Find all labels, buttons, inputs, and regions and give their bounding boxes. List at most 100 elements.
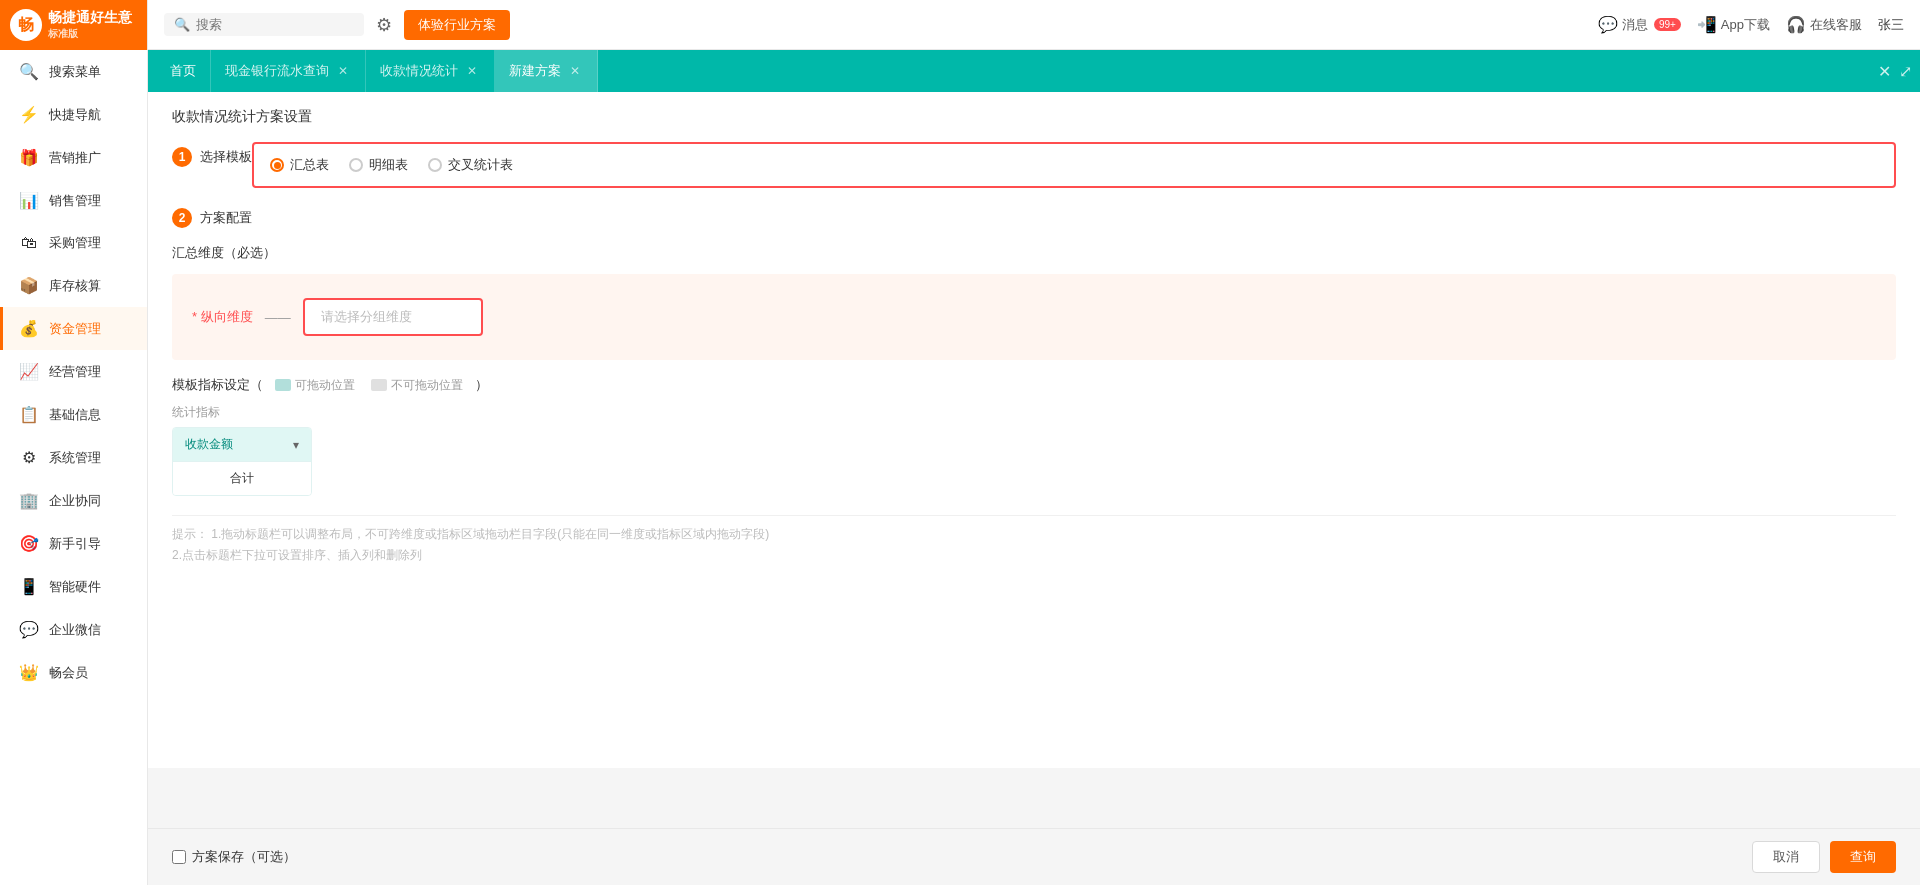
logo-name: 畅捷通好生意	[48, 9, 132, 27]
inventory-icon: 📦	[19, 276, 39, 295]
save-checkbox[interactable]	[172, 850, 186, 864]
tab-new-plan[interactable]: 新建方案 ✕	[495, 50, 598, 92]
wechat-icon: 💬	[19, 620, 39, 639]
sidebar-item-system[interactable]: ⚙ 系统管理	[0, 436, 147, 479]
sidebar-item-search-menu[interactable]: 🔍 搜索菜单	[0, 50, 147, 93]
sidebar-label-enterprise: 企业协同	[49, 492, 101, 510]
legend-draggable-label: 可拖动位置	[295, 377, 355, 394]
dimension-selector[interactable]: 请选择分组维度	[303, 298, 483, 336]
member-icon: 👑	[19, 663, 39, 682]
radio-detail-circle	[349, 158, 363, 172]
dimension-arrow: ——	[265, 310, 291, 325]
guide-icon: 🎯	[19, 534, 39, 553]
section2-title: 方案配置	[200, 209, 252, 227]
page-title: 收款情况统计方案设置	[172, 108, 1896, 126]
tab-cashflow-close[interactable]: ✕	[335, 63, 351, 79]
tab-home-label: 首页	[170, 62, 196, 80]
tab-new-plan-close[interactable]: ✕	[567, 63, 583, 79]
legend-non-draggable: 不可拖动位置	[371, 377, 463, 394]
sidebar-item-guide[interactable]: 🎯 新手引导	[0, 522, 147, 565]
sidebar-label-operation: 经营管理	[49, 363, 101, 381]
tabbar: 首页 现金银行流水查询 ✕ 收款情况统计 ✕ 新建方案 ✕ ✕ ⤢	[148, 50, 1920, 92]
sidebar-item-quick-nav[interactable]: ⚡ 快捷导航	[0, 93, 147, 136]
save-label: 方案保存（可选）	[192, 848, 296, 866]
app-download-label: App下载	[1721, 16, 1770, 34]
sidebar-label-sales: 销售管理	[49, 192, 101, 210]
maximize-window-icon[interactable]: ⤢	[1899, 62, 1912, 81]
enterprise-icon: 🏢	[19, 491, 39, 510]
metric-label: 收款金额	[185, 436, 233, 453]
tab-cashflow[interactable]: 现金银行流水查询 ✕	[211, 50, 366, 92]
cancel-button[interactable]: 取消	[1752, 841, 1820, 873]
sidebar-item-purchase[interactable]: 🛍 采购管理	[0, 222, 147, 264]
footer-save-area: 方案保存（可选）	[172, 848, 296, 866]
industry-plan-button[interactable]: 体验行业方案	[404, 10, 510, 40]
metrics-title-text: 模板指标设定（	[172, 376, 263, 394]
search-input[interactable]	[196, 17, 336, 32]
sidebar-item-enterprise[interactable]: 🏢 企业协同	[0, 479, 147, 522]
metrics-setting-title: 模板指标设定（ 可拖动位置 不可拖动位置 ）	[172, 376, 1896, 394]
sidebar-item-inventory[interactable]: 📦 库存核算	[0, 264, 147, 307]
tab-home[interactable]: 首页	[156, 50, 211, 92]
app-download-action[interactable]: 📲 App下载	[1697, 15, 1770, 34]
dimension-placeholder: 请选择分组维度	[321, 309, 412, 324]
radio-cross[interactable]: 交叉统计表	[428, 156, 513, 174]
online-service-action[interactable]: 🎧 在线客服	[1786, 15, 1862, 34]
message-badge: 99+	[1654, 18, 1681, 31]
sidebar: 畅 畅捷通好生意 标准版 🔍 搜索菜单 ⚡ 快捷导航 🎁 营销推广 📊 销售管理…	[0, 0, 148, 885]
sidebar-label-guide: 新手引导	[49, 535, 101, 553]
settings-icon[interactable]: ⚙	[376, 14, 392, 36]
metrics-title-suffix: ）	[475, 376, 488, 394]
metrics-table-area: 统计指标 收款金额 ▾ 合计	[172, 404, 1896, 499]
sidebar-label-member: 畅会员	[49, 664, 88, 682]
query-button[interactable]: 查询	[1830, 841, 1896, 873]
basic-info-icon: 📋	[19, 405, 39, 424]
operation-icon: 📈	[19, 362, 39, 381]
sidebar-label-basic-info: 基础信息	[49, 406, 101, 424]
footer: 方案保存（可选） 取消 查询	[148, 828, 1920, 885]
logo-sub: 标准版	[48, 27, 132, 41]
purchase-icon: 🛍	[19, 234, 39, 252]
metrics-header[interactable]: 收款金额 ▾	[173, 428, 311, 461]
sidebar-item-marketing[interactable]: 🎁 营销推广	[0, 136, 147, 179]
message-action[interactable]: 💬 消息 99+	[1598, 15, 1681, 34]
tabbar-window-controls: ✕ ⤢	[1878, 62, 1912, 81]
system-icon: ⚙	[19, 448, 39, 467]
hints-area: 提示： 1.拖动标题栏可以调整布局，不可跨维度或指标区域拖动栏目字段(只能在同一…	[172, 515, 1896, 578]
metrics-table: 收款金额 ▾ 合计	[172, 427, 312, 496]
sidebar-item-hardware[interactable]: 📱 智能硬件	[0, 565, 147, 608]
metrics-subsection: 模板指标设定（ 可拖动位置 不可拖动位置 ）	[172, 376, 1896, 499]
sidebar-item-capital[interactable]: 💰 资金管理	[0, 307, 147, 350]
tab-collection-close[interactable]: ✕	[464, 63, 480, 79]
radio-detail[interactable]: 明细表	[349, 156, 408, 174]
username-label[interactable]: 张三	[1878, 16, 1904, 34]
radio-cross-label: 交叉统计表	[448, 156, 513, 174]
section2-header: 2 方案配置	[172, 208, 1896, 228]
sidebar-item-basic-info[interactable]: 📋 基础信息	[0, 393, 147, 436]
sidebar-item-member[interactable]: 👑 畅会员	[0, 651, 147, 694]
sidebar-item-operation[interactable]: 📈 经营管理	[0, 350, 147, 393]
sidebar-label-hardware: 智能硬件	[49, 578, 101, 596]
message-label: 消息	[1622, 16, 1648, 34]
footer-buttons: 取消 查询	[1752, 841, 1896, 873]
dimension-area: * 纵向维度 —— 请选择分组维度	[172, 274, 1896, 360]
topbar-search-icon: 🔍	[174, 17, 190, 32]
tab-collection[interactable]: 收款情况统计 ✕	[366, 50, 495, 92]
close-window-icon[interactable]: ✕	[1878, 62, 1891, 81]
template-selector: 汇总表 明细表 交叉统计表	[252, 142, 1896, 188]
tab-collection-label: 收款情况统计	[380, 62, 458, 80]
radio-summary-label: 汇总表	[290, 156, 329, 174]
topbar-search-box[interactable]: 🔍	[164, 13, 364, 36]
sales-icon: 📊	[19, 191, 39, 210]
sidebar-item-sales[interactable]: 📊 销售管理	[0, 179, 147, 222]
section1-header: 1 选择模板	[172, 147, 252, 167]
template-section-header: 1 选择模板 汇总表 明细表	[172, 142, 1896, 188]
sidebar-item-wechat[interactable]: 💬 企业微信	[0, 608, 147, 651]
tab-new-plan-label: 新建方案	[509, 62, 561, 80]
hint-1: 提示： 1.拖动标题栏可以调整布局，不可跨维度或指标区域拖动栏目字段(只能在同一…	[172, 526, 1896, 543]
metric-dropdown-icon[interactable]: ▾	[293, 438, 299, 452]
legend-draggable: 可拖动位置	[275, 377, 355, 394]
radio-summary[interactable]: 汇总表	[270, 156, 329, 174]
search-menu-icon: 🔍	[19, 62, 39, 81]
legend-non-draggable-label: 不可拖动位置	[391, 377, 463, 394]
